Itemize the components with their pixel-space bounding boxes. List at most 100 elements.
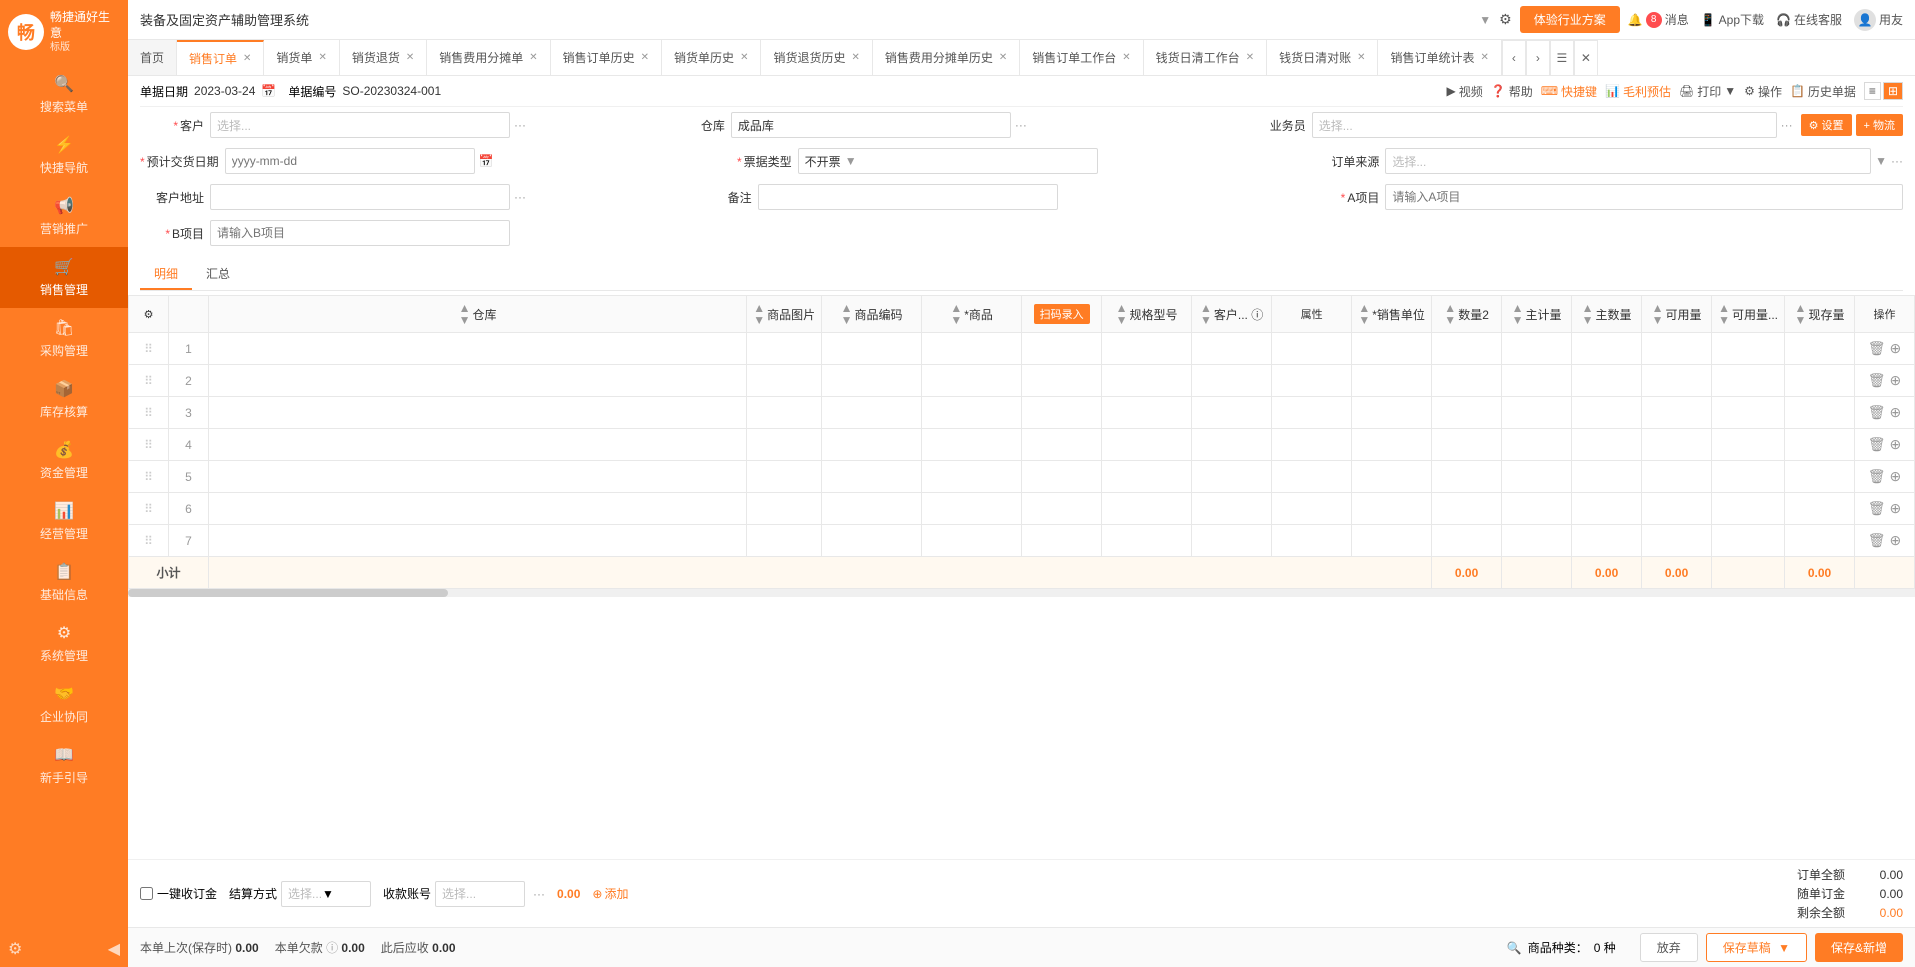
row-attr-3[interactable] (1272, 429, 1352, 461)
row-spec-1[interactable] (1102, 365, 1192, 397)
row-warehouse-0[interactable] (209, 333, 747, 365)
tab-5[interactable]: 销售订单历史✕ (551, 40, 662, 76)
tab-11[interactable]: 钱货日清对账✕ (1267, 40, 1378, 76)
customer-addr-input[interactable] (210, 184, 510, 210)
a-project-input[interactable] (1385, 184, 1903, 210)
tab-close-11[interactable]: ✕ (1357, 52, 1365, 63)
row-unit-3[interactable] (1352, 429, 1432, 461)
account-more-icon[interactable]: ··· (533, 887, 545, 901)
row-drag-5[interactable]: ⠿ (129, 493, 169, 525)
row-drag-0[interactable]: ⠿ (129, 333, 169, 365)
row-cust-6[interactable] (1192, 525, 1272, 557)
payment-method-select[interactable]: 选择... ▼ (281, 881, 371, 907)
row-main-unit-4[interactable] (1502, 461, 1572, 493)
row-main-qty-1[interactable] (1572, 365, 1642, 397)
row-spec-6[interactable] (1102, 525, 1192, 557)
tab-close-8[interactable]: ✕ (999, 52, 1007, 63)
tab-detail[interactable]: 明细 (140, 259, 192, 290)
tab-nav-prev[interactable]: ‹ (1502, 40, 1526, 76)
row-attr-1[interactable] (1272, 365, 1352, 397)
row-unit-6[interactable] (1352, 525, 1432, 557)
row-main-qty-6[interactable] (1572, 525, 1642, 557)
row-main-qty-5[interactable] (1572, 493, 1642, 525)
sidebar-collapse-icon[interactable]: ◀ (108, 939, 120, 959)
sidebar-item-3[interactable]: 🛒销售管理 (0, 247, 128, 308)
table-scrollbar-thumb[interactable] (128, 589, 448, 597)
help-btn[interactable]: ❓ 帮助 (1491, 83, 1533, 100)
row-code-2[interactable] (822, 397, 922, 429)
row-drag-3[interactable]: ⠿ (129, 429, 169, 461)
row-main-unit-1[interactable] (1502, 365, 1572, 397)
remarks-input[interactable] (758, 184, 1058, 210)
row-qty2-1[interactable] (1432, 365, 1502, 397)
row-copy-3[interactable]: ⊕ (1890, 436, 1902, 453)
tab-nav-menu[interactable]: ☰ (1550, 40, 1574, 76)
save-draft-button[interactable]: 保存草稿 ▼ (1706, 933, 1807, 962)
tab-close-3[interactable]: ✕ (406, 52, 414, 63)
row-cust-0[interactable] (1192, 333, 1272, 365)
tab-0[interactable]: 首页 (128, 40, 177, 76)
row-qty2-4[interactable] (1432, 461, 1502, 493)
save-new-button[interactable]: 保存&新增 (1815, 933, 1903, 962)
ops-btn[interactable]: ⚙ 操作 (1744, 83, 1782, 100)
user-btn[interactable]: 👤 用友 (1854, 9, 1903, 31)
row-unit-0[interactable] (1352, 333, 1432, 365)
row-delete-2[interactable]: 🗑 (1868, 404, 1886, 421)
order-source-select[interactable]: 选择... (1385, 148, 1871, 174)
row-name-0[interactable] (922, 333, 1022, 365)
settings-panel-btn[interactable]: ⚙ 设置 (1801, 114, 1852, 136)
tab-close-4[interactable]: ✕ (529, 52, 537, 63)
tab-close-9[interactable]: ✕ (1122, 52, 1130, 63)
row-code-6[interactable] (822, 525, 922, 557)
print-dropdown-icon[interactable]: ▼ (1724, 84, 1736, 98)
row-delete-0[interactable]: 🗑 (1868, 340, 1886, 357)
row-cust-3[interactable] (1192, 429, 1272, 461)
solution-button[interactable]: 体验行业方案 (1520, 6, 1620, 33)
row-warehouse-5[interactable] (209, 493, 747, 525)
row-delete-6[interactable]: 🗑 (1868, 532, 1886, 549)
shortcut-btn[interactable]: ⌨ 快捷键 (1541, 83, 1597, 100)
tab-3[interactable]: 销货退货✕ (340, 40, 427, 76)
row-attr-4[interactable] (1272, 461, 1352, 493)
row-delete-4[interactable]: 🗑 (1868, 468, 1886, 485)
list-view-icon[interactable]: ≡ (1864, 82, 1881, 100)
row-spec-2[interactable] (1102, 397, 1192, 429)
order-source-more-icon[interactable]: ··· (1891, 154, 1903, 168)
scan-btn[interactable]: 扫码录入 (1034, 304, 1090, 324)
tab-nav-next[interactable]: › (1526, 40, 1550, 76)
sidebar-item-1[interactable]: ⚡快捷导航 (0, 125, 128, 186)
tab-close-10[interactable]: ✕ (1246, 52, 1254, 63)
row-cust-4[interactable] (1192, 461, 1272, 493)
sidebar-item-7[interactable]: 📊经营管理 (0, 491, 128, 552)
tab-close-5[interactable]: ✕ (641, 52, 649, 63)
tab-2[interactable]: 销货单✕ (264, 40, 339, 76)
sidebar-item-4[interactable]: 🛍采购管理 (0, 308, 128, 369)
row-name-5[interactable] (922, 493, 1022, 525)
tab-4[interactable]: 销售费用分摊单✕ (427, 40, 550, 76)
add-panel-btn[interactable]: + 物流 (1856, 114, 1903, 136)
sidebar-item-11[interactable]: 📖新手引导 (0, 735, 128, 796)
row-delete-5[interactable]: 🗑 (1868, 500, 1886, 517)
row-copy-0[interactable]: ⊕ (1890, 340, 1902, 357)
row-unit-5[interactable] (1352, 493, 1432, 525)
sidebar-item-0[interactable]: 🔍搜索菜单 (0, 64, 128, 125)
row-cust-5[interactable] (1192, 493, 1272, 525)
row-main-qty-3[interactable] (1572, 429, 1642, 461)
delivery-date-calendar-icon[interactable]: 📅 (479, 154, 494, 168)
row-attr-5[interactable] (1272, 493, 1352, 525)
row-spec-0[interactable] (1102, 333, 1192, 365)
row-main-qty-0[interactable] (1572, 333, 1642, 365)
tab-close-all[interactable]: ✕ (1574, 40, 1598, 76)
history-btn[interactable]: 📋 历史单据 (1790, 83, 1856, 100)
row-warehouse-2[interactable] (209, 397, 747, 429)
notifications-btn[interactable]: 🔔 8 消息 (1628, 11, 1689, 28)
row-spec-5[interactable] (1102, 493, 1192, 525)
row-main-unit-5[interactable] (1502, 493, 1572, 525)
tab-close-6[interactable]: ✕ (740, 52, 748, 63)
row-drag-4[interactable]: ⠿ (129, 461, 169, 493)
sidebar-settings-icon[interactable]: ⚙ (8, 939, 22, 959)
row-attr-2[interactable] (1272, 397, 1352, 429)
view-video-btn[interactable]: ▶ 视频 (1447, 83, 1483, 100)
calendar-icon[interactable]: 📅 (261, 84, 276, 98)
row-copy-5[interactable]: ⊕ (1890, 500, 1902, 517)
